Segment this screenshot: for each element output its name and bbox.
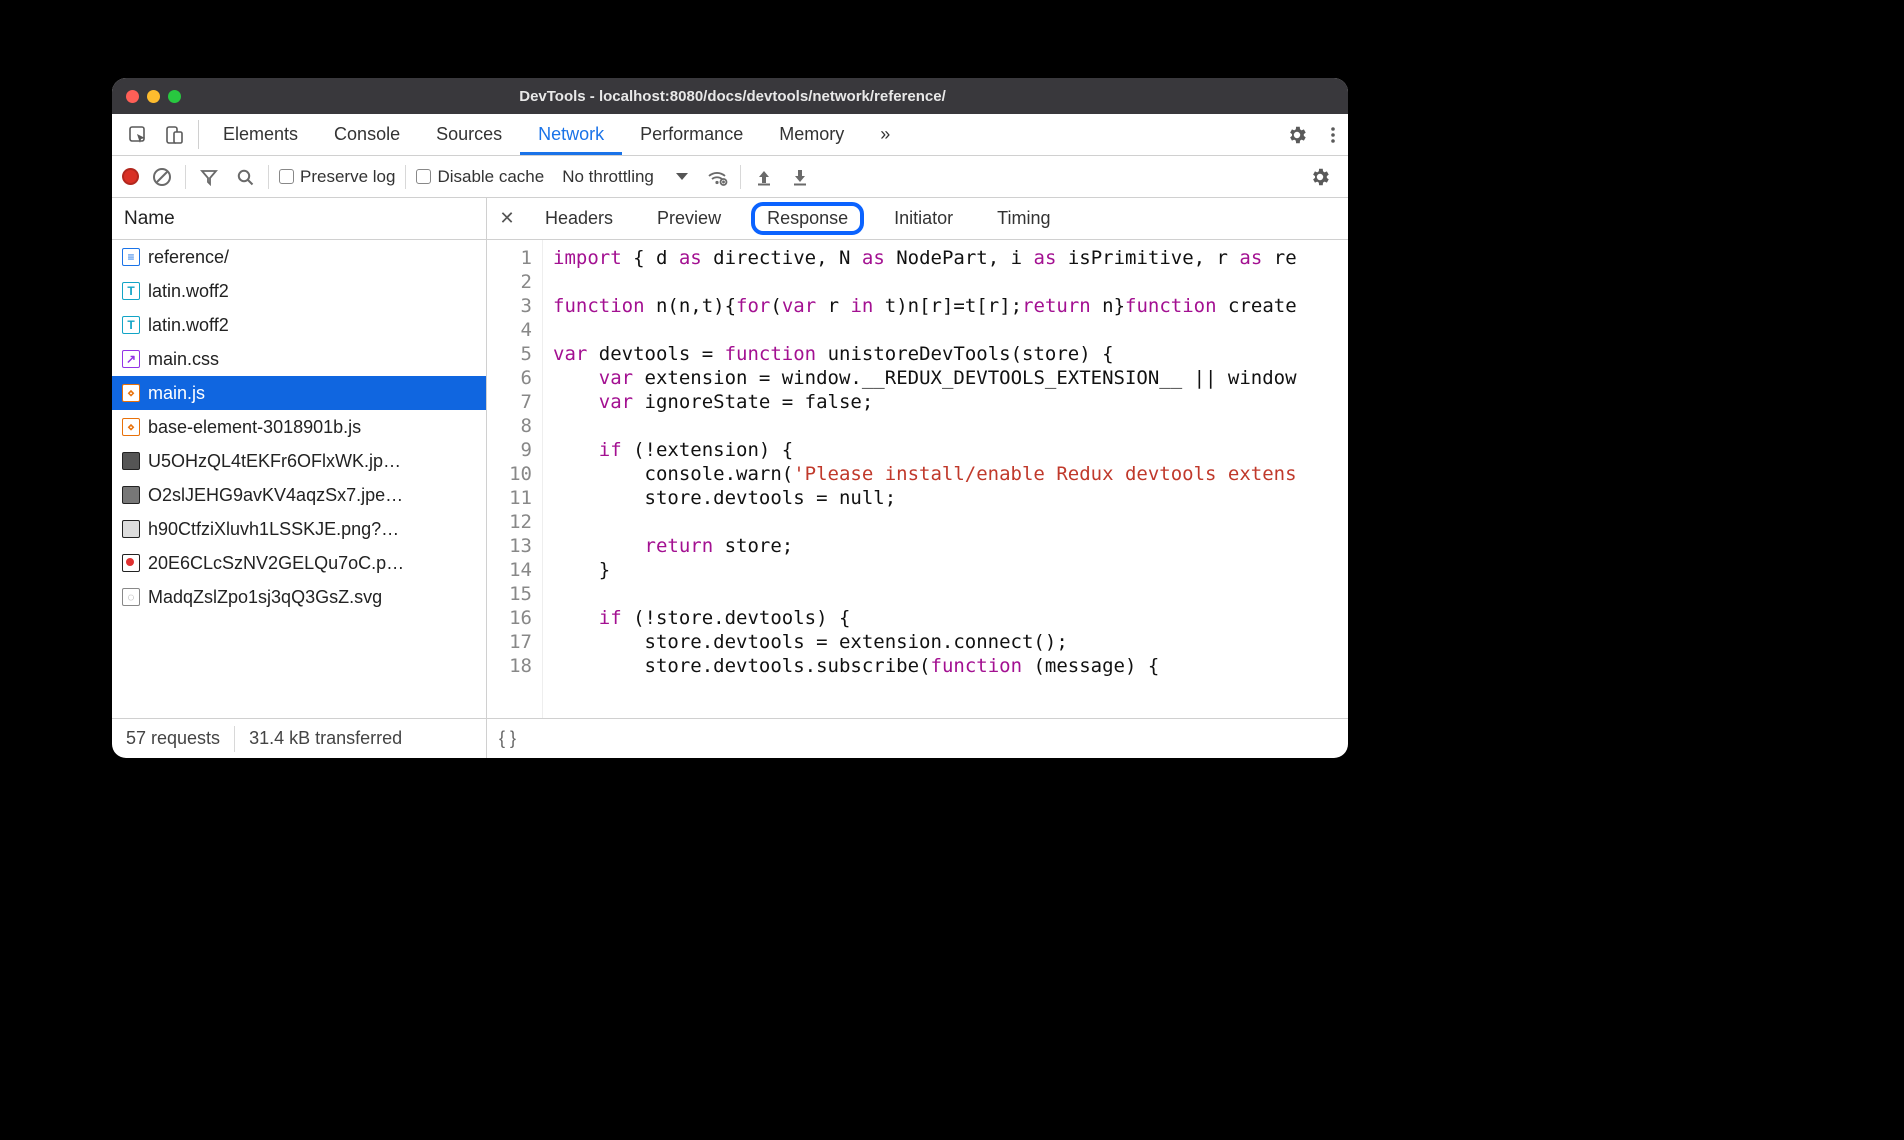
- request-name: latin.woff2: [148, 281, 229, 302]
- divider: [185, 165, 186, 189]
- request-name: O2slJEHG9avKV4aqzSx7.jpe…: [148, 485, 403, 506]
- requests-status-bar: 57 requests 31.4 kB transferred: [112, 718, 486, 758]
- settings-icon[interactable]: [1276, 114, 1318, 155]
- network-conditions-icon[interactable]: [704, 167, 730, 187]
- request-row[interactable]: ≡ reference/: [112, 240, 486, 274]
- chevron-down-icon: [676, 173, 688, 180]
- window-title: DevTools - localhost:8080/docs/devtools/…: [181, 88, 1334, 105]
- svg-file-icon: ◌: [122, 588, 140, 606]
- detail-panel: ✕ HeadersPreviewResponseInitiatorTiming …: [487, 198, 1348, 758]
- request-row[interactable]: Tlatin.woff2: [112, 308, 486, 342]
- img2-file-icon: [122, 486, 140, 504]
- tab-overflow-button[interactable]: »: [862, 114, 908, 155]
- line-gutter: 1 2 3 4 5 6 7 8 9 10 11 12 13 14 15 16 1…: [487, 240, 543, 718]
- checkbox-icon: [416, 169, 431, 184]
- request-name: MadqZslZpo1sj3qQ3GsZ.svg: [148, 587, 382, 608]
- tab-memory[interactable]: Memory: [761, 114, 862, 155]
- detail-tab-headers[interactable]: Headers: [531, 204, 627, 233]
- request-row[interactable]: ↗ main.css: [112, 342, 486, 376]
- request-count: 57 requests: [112, 728, 234, 749]
- divider: [198, 120, 199, 149]
- font-file-icon: T: [122, 316, 140, 334]
- close-window-button[interactable]: [126, 90, 139, 103]
- source-code: import { d as directive, N as NodePart, …: [543, 240, 1348, 718]
- tab-sources[interactable]: Sources: [418, 114, 520, 155]
- column-name-label: Name: [124, 208, 175, 230]
- pretty-print-button[interactable]: { }: [499, 728, 516, 749]
- record-button[interactable]: [122, 168, 139, 185]
- preserve-log-label: Preserve log: [300, 167, 395, 187]
- detail-status-bar: { }: [487, 718, 1348, 758]
- inspect-element-icon[interactable]: [120, 114, 156, 155]
- divider: [740, 165, 741, 189]
- request-row[interactable]: h90CtfziXluvh1LSSKJE.png?…: [112, 512, 486, 546]
- throttling-label: No throttling: [562, 167, 654, 187]
- network-toolbar: Preserve log Disable cache No throttling: [112, 156, 1348, 198]
- detail-tab-preview[interactable]: Preview: [643, 204, 735, 233]
- disable-cache-checkbox[interactable]: Disable cache: [416, 167, 544, 187]
- font-file-icon: T: [122, 282, 140, 300]
- request-row[interactable]: ⋄ base-element-3018901b.js: [112, 410, 486, 444]
- main-tabbar: ElementsConsoleSourcesNetworkPerformance…: [112, 114, 1348, 156]
- request-row[interactable]: Tlatin.woff2: [112, 274, 486, 308]
- device-toolbar-icon[interactable]: [156, 114, 192, 155]
- requests-list: ≡reference/Tlatin.woff2Tlatin.woff2↗main…: [112, 240, 486, 718]
- request-row[interactable]: U5OHzQL4tEKFr6OFlxWK.jp…: [112, 444, 486, 478]
- request-name: main.js: [148, 383, 205, 404]
- request-name: base-element-3018901b.js: [148, 417, 361, 438]
- request-row[interactable]: O2slJEHG9avKV4aqzSx7.jpe…: [112, 478, 486, 512]
- request-name: U5OHzQL4tEKFr6OFlxWK.jp…: [148, 451, 401, 472]
- request-name: reference/: [148, 247, 229, 268]
- img-file-icon: [122, 452, 140, 470]
- detail-tab-timing[interactable]: Timing: [983, 204, 1064, 233]
- divider: [268, 165, 269, 189]
- window-controls: [126, 90, 181, 103]
- network-settings-icon[interactable]: [1302, 166, 1338, 188]
- transferred-size: 31.4 kB transferred: [235, 728, 416, 749]
- throttling-select[interactable]: No throttling: [562, 167, 688, 187]
- tab-performance[interactable]: Performance: [622, 114, 761, 155]
- request-name: main.css: [148, 349, 219, 370]
- upload-har-icon[interactable]: [751, 168, 777, 186]
- tab-elements[interactable]: Elements: [205, 114, 316, 155]
- tab-console[interactable]: Console: [316, 114, 418, 155]
- detail-tabbar: ✕ Headers Preview Response Initiator Timing: [487, 198, 1348, 240]
- js-file-icon: ⋄: [122, 384, 140, 402]
- preserve-log-checkbox[interactable]: Preserve log: [279, 167, 395, 187]
- detail-tab-initiator[interactable]: Initiator: [880, 204, 967, 233]
- js2-file-icon: ⋄: [122, 418, 140, 436]
- gif-file-icon: [122, 554, 140, 572]
- detail-tab-response[interactable]: Response: [751, 202, 864, 235]
- request-row[interactable]: ◌ MadqZslZpo1sj3qQ3GsZ.svg: [112, 580, 486, 614]
- filter-icon[interactable]: [196, 168, 222, 186]
- request-name: 20E6CLcSzNV2GELQu7oC.p…: [148, 553, 404, 574]
- download-har-icon[interactable]: [787, 168, 813, 186]
- response-body[interactable]: 1 2 3 4 5 6 7 8 9 10 11 12 13 14 15 16 1…: [487, 240, 1348, 718]
- png-file-icon: [122, 520, 140, 538]
- disable-cache-label: Disable cache: [437, 167, 544, 187]
- request-name: h90CtfziXluvh1LSSKJE.png?…: [148, 519, 399, 540]
- css-file-icon: ↗: [122, 350, 140, 368]
- clear-icon[interactable]: [149, 167, 175, 187]
- divider: [405, 165, 406, 189]
- devtools-window: DevTools - localhost:8080/docs/devtools/…: [112, 78, 1348, 758]
- tab-network[interactable]: Network: [520, 114, 622, 155]
- request-row[interactable]: 20E6CLcSzNV2GELQu7oC.p…: [112, 546, 486, 580]
- minimize-window-button[interactable]: [147, 90, 160, 103]
- requests-panel: Name ≡reference/Tlatin.woff2Tlatin.woff2…: [112, 198, 487, 758]
- kebab-menu-icon[interactable]: [1318, 114, 1348, 155]
- search-icon[interactable]: [232, 168, 258, 186]
- checkbox-icon: [279, 169, 294, 184]
- requests-header[interactable]: Name: [112, 198, 486, 240]
- request-name: latin.woff2: [148, 315, 229, 336]
- doc-file-icon: ≡: [122, 248, 140, 266]
- close-detail-icon[interactable]: ✕: [493, 208, 521, 229]
- zoom-window-button[interactable]: [168, 90, 181, 103]
- request-row[interactable]: ⋄ main.js: [112, 376, 486, 410]
- titlebar: DevTools - localhost:8080/docs/devtools/…: [112, 78, 1348, 114]
